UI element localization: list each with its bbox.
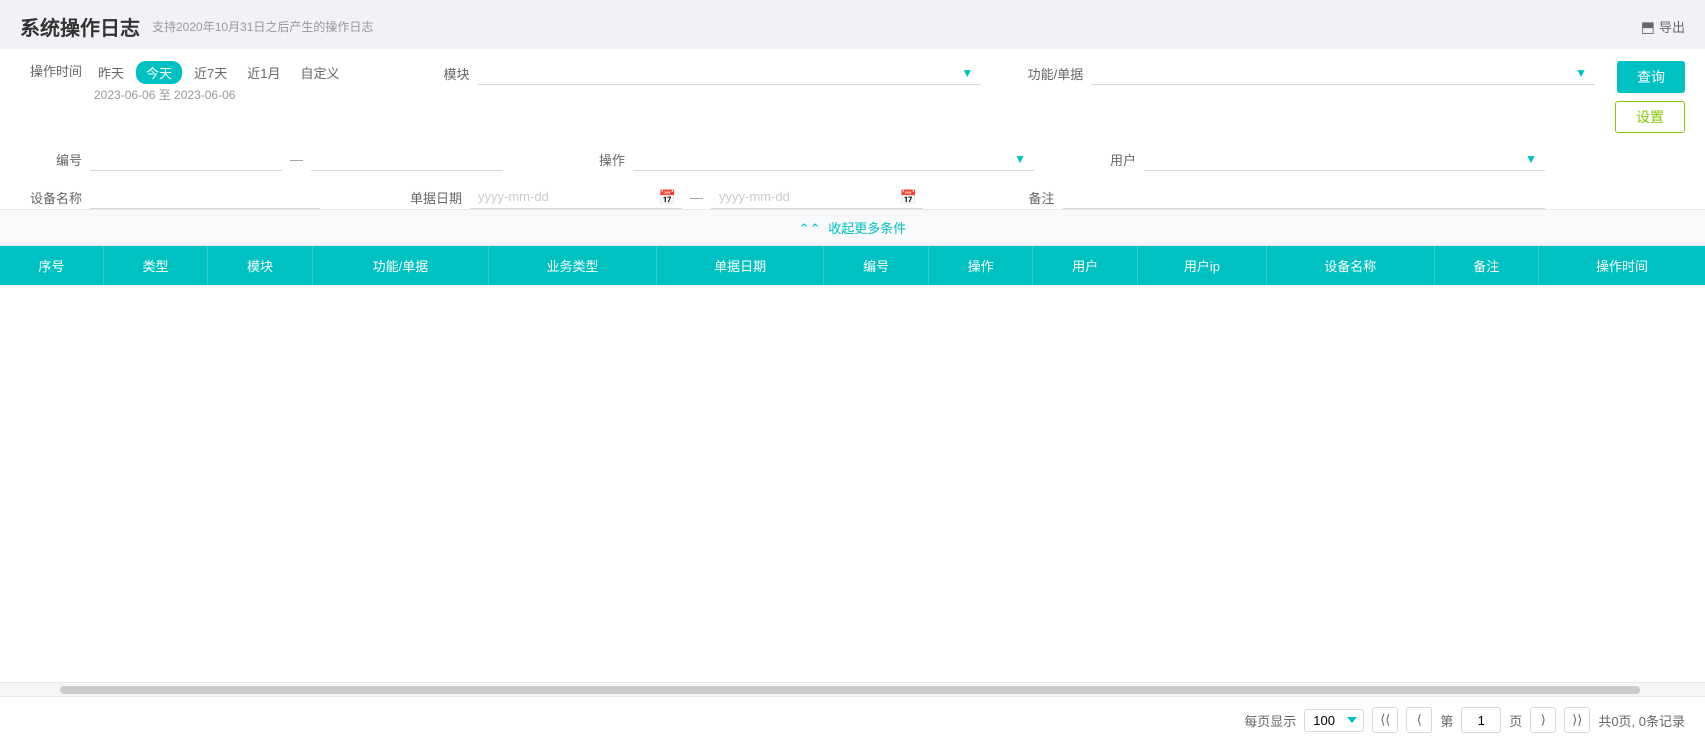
function-filter: 功能/单据 ▼: [1021, 61, 1595, 85]
time-btn-1month[interactable]: 近1月: [239, 61, 288, 84]
device-filter: 设备名称: [20, 185, 340, 209]
col-module: 模块: [208, 246, 312, 285]
query-button[interactable]: 查询: [1617, 61, 1685, 93]
col-device: 设备名称: [1266, 246, 1434, 285]
action-buttons: 查询 设置: [1615, 61, 1685, 133]
calendar-from-icon[interactable]: 📅: [659, 189, 676, 206]
empty-area: [0, 285, 1705, 635]
filter-section: 操作时间 昨天 今天 近7天 近1月 自定义 2023-06-06 至 2023…: [0, 49, 1705, 209]
number-input-from[interactable]: [90, 147, 282, 171]
table-header-row: 序号 类型 模块 功能/单据 业务类型 单据日期 编号 操作 用户 用户ip 设…: [0, 246, 1705, 285]
filter-row-2: 编号 — 操作 ▼ 用户: [20, 147, 1685, 171]
device-label: 设备名称: [20, 188, 90, 207]
device-input[interactable]: [90, 185, 320, 209]
export-label: 导出: [1659, 17, 1685, 36]
number-dash: —: [290, 152, 303, 167]
time-label: 操作时间: [20, 61, 90, 80]
number-filter: 编号 —: [20, 147, 503, 171]
col-operation: 操作: [928, 246, 1032, 285]
prev-page-button[interactable]: ⟨: [1406, 707, 1432, 733]
function-label: 功能/单据: [1021, 64, 1091, 83]
operation-label: 操作: [563, 150, 633, 169]
time-btn-today[interactable]: 今天: [136, 61, 182, 84]
first-page-button[interactable]: ⟨⟨: [1372, 707, 1398, 733]
user-filter: 用户 ▼: [1074, 147, 1545, 171]
time-range-display: 2023-06-06 至 2023-06-06: [94, 86, 348, 103]
collapse-label: 收起更多条件: [828, 221, 906, 236]
scrollbar-thumb[interactable]: [60, 686, 1640, 694]
col-op-time: 操作时间: [1539, 246, 1705, 285]
export-button[interactable]: ⬒ 导出: [1641, 17, 1685, 36]
col-user-ip: 用户ip: [1137, 246, 1266, 285]
col-remark: 备注: [1434, 246, 1538, 285]
col-type: 类型: [103, 246, 207, 285]
last-page-button[interactable]: ⟩⟩: [1564, 707, 1590, 733]
col-number: 编号: [824, 246, 928, 285]
pagination-bar: 每页显示 100 50 200 ⟨⟨ ⟨ 第 页 ⟩ ⟩⟩ 共0页, 0条记录: [0, 696, 1705, 743]
col-doc-date: 单据日期: [656, 246, 824, 285]
page-title: 系统操作日志: [20, 12, 140, 41]
col-seq: 序号: [0, 246, 103, 285]
operation-select[interactable]: [633, 147, 1034, 171]
date-from-input[interactable]: [470, 185, 682, 209]
time-filter-block: 操作时间 昨天 今天 近7天 近1月 自定义 2023-06-06 至 2023…: [20, 61, 348, 103]
date-label: 单据日期: [400, 188, 470, 207]
function-select[interactable]: [1091, 61, 1595, 85]
col-function: 功能/单据: [312, 246, 488, 285]
total-info: 共0页, 0条记录: [1598, 711, 1685, 730]
settings-button[interactable]: 设置: [1615, 101, 1685, 133]
collapse-bar[interactable]: ⌃⌃ 收起更多条件: [0, 209, 1705, 246]
per-page-select[interactable]: 100 50 200: [1304, 709, 1364, 732]
page-label: 第: [1440, 711, 1453, 730]
collapse-icon: ⌃⌃: [799, 221, 821, 236]
date-to-input[interactable]: [711, 185, 923, 209]
filter-row-3: 设备名称 单据日期 📅 — 📅 备注: [20, 185, 1685, 209]
per-page-label: 每页显示: [1244, 711, 1296, 730]
time-btn-yesterday[interactable]: 昨天: [90, 61, 132, 84]
module-label: 模块: [408, 64, 478, 83]
filter-row-1: 操作时间 昨天 今天 近7天 近1月 自定义 2023-06-06 至 2023…: [20, 61, 1685, 133]
page-unit: 页: [1509, 711, 1522, 730]
time-btn-custom[interactable]: 自定义: [293, 61, 348, 84]
remark-label: 备注: [993, 188, 1063, 207]
number-input-to[interactable]: [311, 147, 503, 171]
time-options-group: 昨天 今天 近7天 近1月 自定义: [90, 61, 348, 84]
remark-filter: 备注: [993, 185, 1546, 209]
user-label: 用户: [1074, 150, 1144, 169]
table-wrapper: 序号 类型 模块 功能/单据 业务类型 单据日期 编号 操作 用户 用户ip 设…: [0, 246, 1705, 682]
number-label: 编号: [20, 150, 90, 169]
time-btn-7days[interactable]: 近7天: [186, 61, 235, 84]
date-dash: —: [690, 190, 703, 205]
calendar-to-icon[interactable]: 📅: [900, 189, 917, 206]
page-header: 系统操作日志 支持2020年10月31日之后产生的操作日志 ⬒ 导出: [0, 0, 1705, 49]
horizontal-scrollbar[interactable]: [0, 682, 1705, 696]
date-filter: 单据日期 📅 — 📅: [400, 185, 953, 209]
module-select[interactable]: [478, 61, 982, 85]
page-input[interactable]: [1461, 707, 1501, 733]
table-header: 序号 类型 模块 功能/单据 业务类型 单据日期 编号 操作 用户 用户ip 设…: [0, 246, 1705, 285]
export-icon: ⬒: [1641, 18, 1655, 36]
user-select[interactable]: [1144, 147, 1545, 171]
col-biz-type: 业务类型: [489, 246, 657, 285]
next-page-button[interactable]: ⟩: [1530, 707, 1556, 733]
page-container: 系统操作日志 支持2020年10月31日之后产生的操作日志 ⬒ 导出 操作时间 …: [0, 0, 1705, 743]
data-table: 序号 类型 模块 功能/单据 业务类型 单据日期 编号 操作 用户 用户ip 设…: [0, 246, 1705, 285]
operation-filter: 操作 ▼: [563, 147, 1034, 171]
col-user: 用户: [1033, 246, 1137, 285]
module-filter: 模块 ▼: [408, 61, 982, 85]
remark-input[interactable]: [1063, 185, 1546, 209]
page-subtitle: 支持2020年10月31日之后产生的操作日志: [152, 18, 373, 35]
